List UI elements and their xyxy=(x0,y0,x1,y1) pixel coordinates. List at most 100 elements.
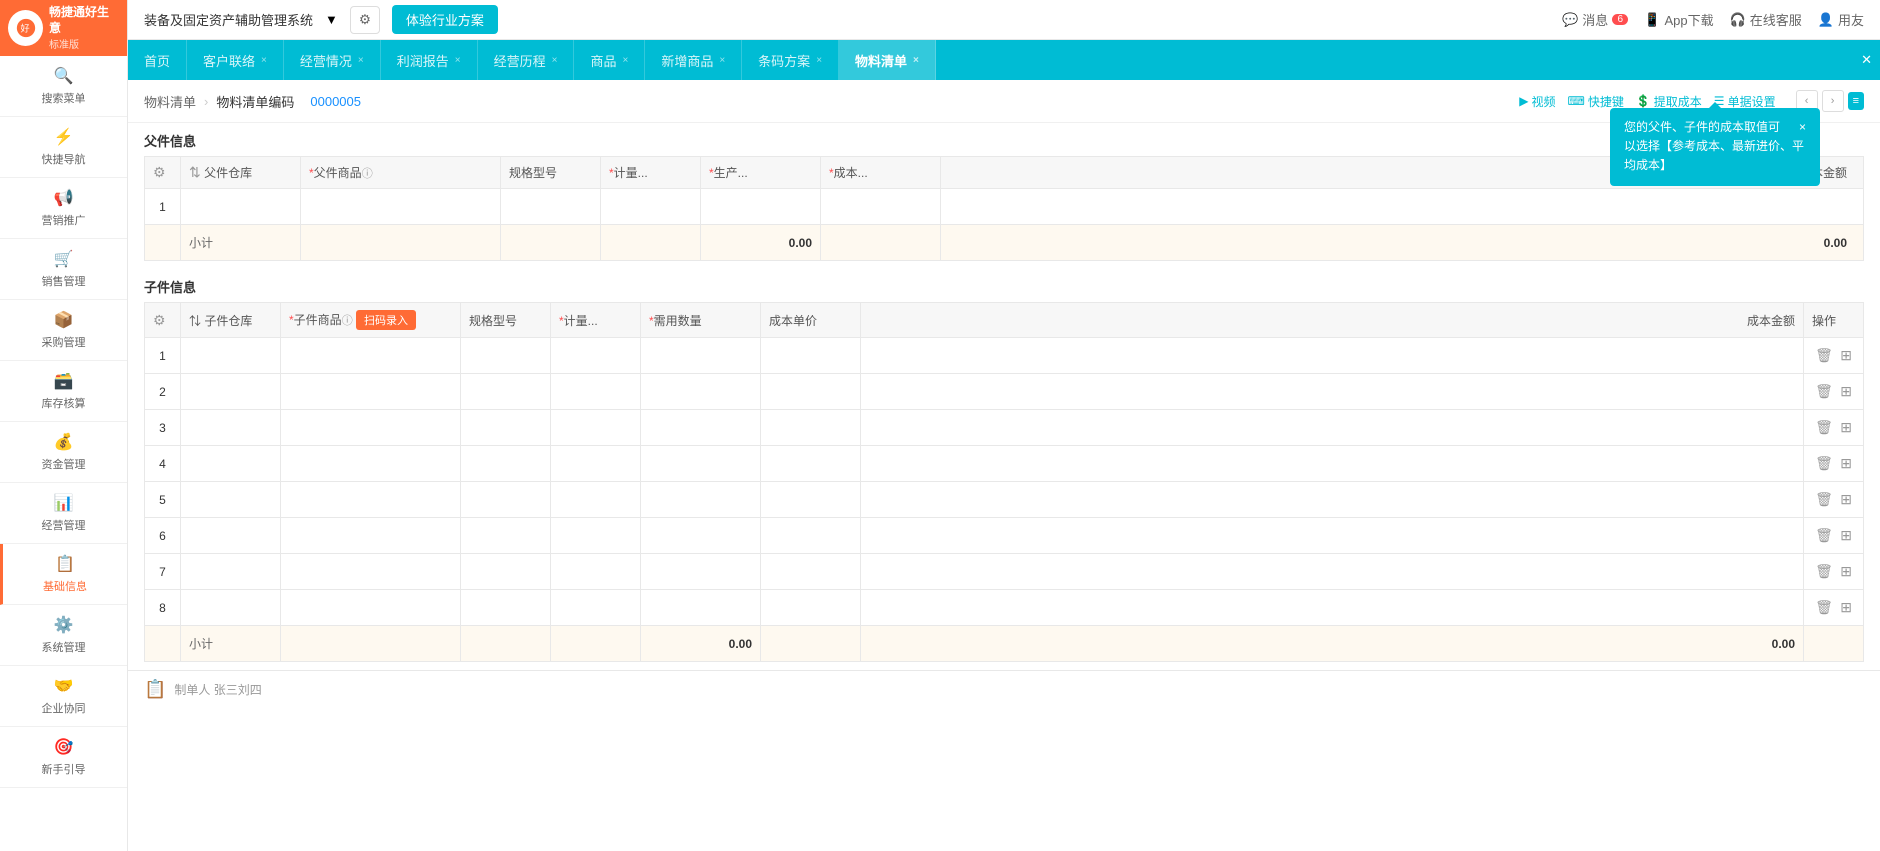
sidebar-item-6[interactable]: 💰资金管理 xyxy=(0,422,127,483)
tab-close-6[interactable]: × xyxy=(719,55,725,66)
child-row-2-spec[interactable] xyxy=(461,374,551,410)
nav-tab-4[interactable]: 经营历程 × xyxy=(478,40,575,80)
child-row-7-spec[interactable] xyxy=(461,554,551,590)
settings-button[interactable]: ⚙ xyxy=(350,6,380,34)
sidebar-item-1[interactable]: ⚡快捷导航 xyxy=(0,117,127,178)
child-row-6-warehouse[interactable] xyxy=(181,518,281,554)
sidebar-item-4[interactable]: 📦采购管理 xyxy=(0,300,127,361)
parent-row-1-cost[interactable] xyxy=(821,189,941,225)
sidebar-item-11[interactable]: 🎯新手引导 xyxy=(0,727,127,788)
child-row-4-product[interactable] xyxy=(281,446,461,482)
delete-icon-2[interactable]: 🗑 xyxy=(1815,383,1833,399)
delete-icon-8[interactable]: 🗑 xyxy=(1815,599,1833,615)
child-row-6-qty[interactable] xyxy=(641,518,761,554)
child-row-4-warehouse[interactable] xyxy=(181,446,281,482)
nav-tab-1[interactable]: 客户联络 × xyxy=(187,40,284,80)
nav-tab-0[interactable]: 首页 xyxy=(128,40,187,80)
trial-button[interactable]: 体验行业方案 xyxy=(392,5,498,34)
child-row-1-spec[interactable] xyxy=(461,338,551,374)
delete-icon-5[interactable]: 🗑 xyxy=(1815,491,1833,507)
nav-tab-7[interactable]: 条码方案 × xyxy=(742,40,839,80)
tab-close-1[interactable]: × xyxy=(261,55,267,66)
child-row-8-warehouse[interactable] xyxy=(181,590,281,626)
child-row-4-unit[interactable] xyxy=(551,446,641,482)
child-row-1-product[interactable] xyxy=(281,338,461,374)
child-row-3-spec[interactable] xyxy=(461,410,551,446)
child-row-3-product[interactable] xyxy=(281,410,461,446)
video-action[interactable]: ▶ 视频 xyxy=(1519,93,1555,110)
scan-input-button[interactable]: 扫码录入 xyxy=(356,310,416,330)
child-row-3-qty[interactable] xyxy=(641,410,761,446)
child-row-4-spec[interactable] xyxy=(461,446,551,482)
messages-button[interactable]: 💬 消息 6 xyxy=(1562,10,1628,29)
breadcrumb-1[interactable]: 物料清单 xyxy=(144,92,196,111)
child-row-7-warehouse[interactable] xyxy=(181,554,281,590)
delete-icon-6[interactable]: 🗑 xyxy=(1815,527,1833,543)
tab-close-7[interactable]: × xyxy=(816,55,822,66)
tab-close-4[interactable]: × xyxy=(552,55,558,66)
child-row-8-product[interactable] xyxy=(281,590,461,626)
next-record-button[interactable]: › xyxy=(1822,90,1844,112)
copy-icon-7[interactable]: ⊞ xyxy=(1840,563,1852,579)
child-row-5-unit[interactable] xyxy=(551,482,641,518)
child-row-4-unit-cost[interactable] xyxy=(761,446,861,482)
child-row-1-qty[interactable] xyxy=(641,338,761,374)
child-row-8-qty[interactable] xyxy=(641,590,761,626)
sidebar-item-8[interactable]: 📋基础信息 xyxy=(0,544,127,605)
child-row-8-spec[interactable] xyxy=(461,590,551,626)
delete-icon-1[interactable]: 🗑 xyxy=(1815,347,1833,363)
child-row-7-unit[interactable] xyxy=(551,554,641,590)
child-row-7-unit-cost[interactable] xyxy=(761,554,861,590)
child-row-4-qty[interactable] xyxy=(641,446,761,482)
child-row-6-unit-cost[interactable] xyxy=(761,518,861,554)
tooltip-close-button[interactable]: × xyxy=(1799,118,1806,137)
tab-close-5[interactable]: × xyxy=(622,55,628,66)
parent-row-1-spec[interactable] xyxy=(501,189,601,225)
close-all-icon[interactable]: ✕ xyxy=(1853,52,1880,68)
child-row-6-unit[interactable] xyxy=(551,518,641,554)
nav-tab-6[interactable]: 新增商品 × xyxy=(645,40,742,80)
tab-close-3[interactable]: × xyxy=(455,55,461,66)
child-row-5-unit-cost[interactable] xyxy=(761,482,861,518)
child-row-6-product[interactable] xyxy=(281,518,461,554)
parent-row-1-unit[interactable] xyxy=(601,189,701,225)
child-row-3-unit[interactable] xyxy=(551,410,641,446)
settings-action[interactable]: ☰ 单据设置 xyxy=(1714,93,1776,110)
sidebar-item-5[interactable]: 🗃️库存核算 xyxy=(0,361,127,422)
list-view-button[interactable]: ≡ xyxy=(1848,92,1864,110)
child-row-5-warehouse[interactable] xyxy=(181,482,281,518)
sidebar-item-3[interactable]: 🛒销售管理 xyxy=(0,239,127,300)
nav-tab-5[interactable]: 商品 × xyxy=(574,40,645,80)
child-row-6-spec[interactable] xyxy=(461,518,551,554)
copy-icon-6[interactable]: ⊞ xyxy=(1840,527,1852,543)
parent-row-1-product[interactable] xyxy=(301,189,501,225)
child-row-2-warehouse[interactable] xyxy=(181,374,281,410)
child-row-1-warehouse[interactable] xyxy=(181,338,281,374)
app-download-button[interactable]: 📱 App下载 xyxy=(1644,10,1713,29)
child-row-3-warehouse[interactable] xyxy=(181,410,281,446)
user-menu[interactable]: 👤 用友 xyxy=(1818,10,1864,29)
copy-icon-4[interactable]: ⊞ xyxy=(1840,455,1852,471)
parent-row-1-warehouse[interactable] xyxy=(181,189,301,225)
sidebar-item-10[interactable]: 🤝企业协同 xyxy=(0,666,127,727)
copy-icon-1[interactable]: ⊞ xyxy=(1840,347,1852,363)
tab-close-2[interactable]: × xyxy=(358,55,364,66)
copy-icon-5[interactable]: ⊞ xyxy=(1840,491,1852,507)
child-row-2-product[interactable] xyxy=(281,374,461,410)
child-row-8-unit[interactable] xyxy=(551,590,641,626)
child-row-1-unit[interactable] xyxy=(551,338,641,374)
sidebar-item-2[interactable]: 📢营销推广 xyxy=(0,178,127,239)
delete-icon-4[interactable]: 🗑 xyxy=(1815,455,1833,471)
copy-icon-2[interactable]: ⊞ xyxy=(1840,383,1852,399)
copy-icon-3[interactable]: ⊞ xyxy=(1840,419,1852,435)
nav-tab-8[interactable]: 物料清单 × xyxy=(839,40,936,80)
child-row-2-unit-cost[interactable] xyxy=(761,374,861,410)
parent-row-1-produce[interactable] xyxy=(701,189,821,225)
shortcut-action[interactable]: ⌨ 快捷键 xyxy=(1567,93,1623,110)
child-row-1-unit-cost[interactable] xyxy=(761,338,861,374)
child-row-7-qty[interactable] xyxy=(641,554,761,590)
delete-icon-7[interactable]: 🗑 xyxy=(1815,563,1833,579)
child-row-3-unit-cost[interactable] xyxy=(761,410,861,446)
sidebar-item-0[interactable]: 🔍搜索菜单 xyxy=(0,56,127,117)
child-row-5-qty[interactable] xyxy=(641,482,761,518)
